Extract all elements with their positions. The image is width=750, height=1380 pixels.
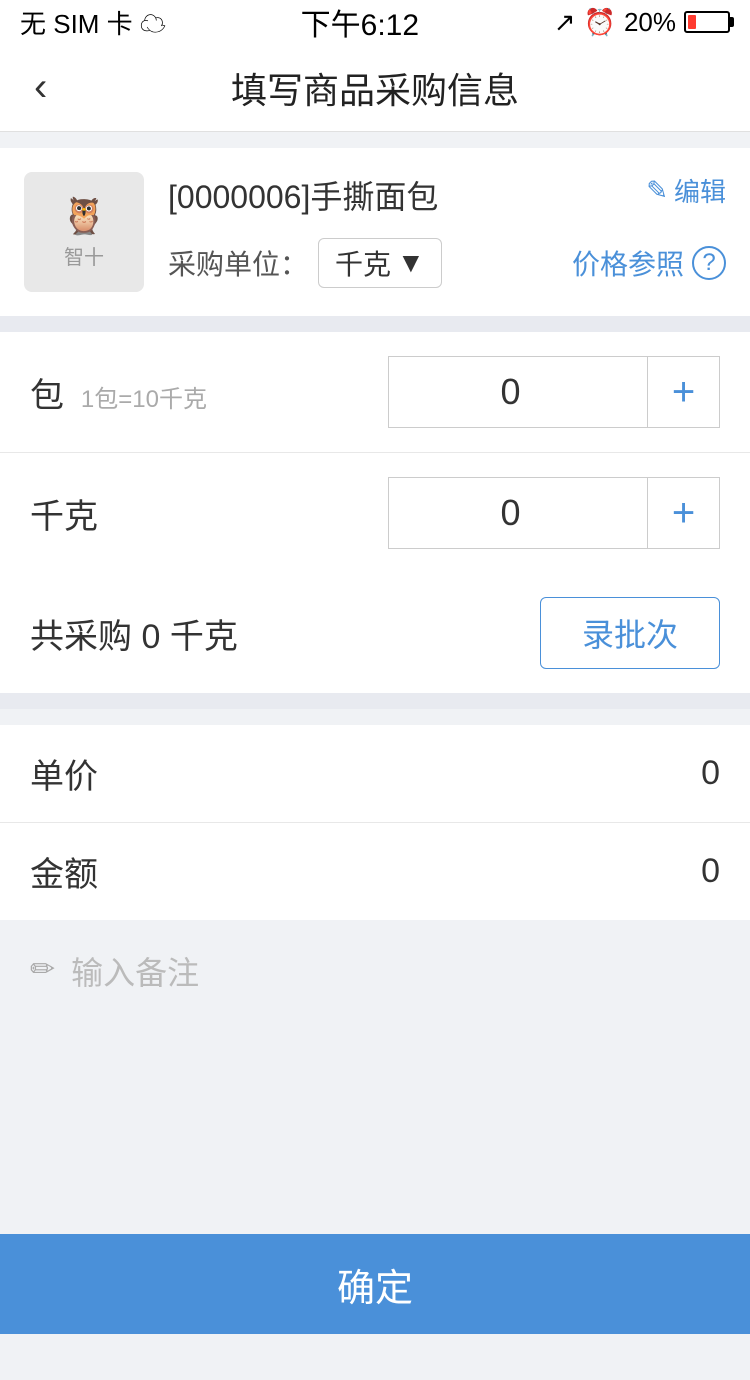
product-info: [0000006]手撕面包 ✎ 编辑 采购单位： 千克 ▼ 价格参照 ? [168, 172, 726, 288]
edit-button[interactable]: ✎ 编辑 [646, 172, 726, 209]
battery-percent: 20% [624, 7, 676, 38]
package-label: 包 1包=10千克 [30, 368, 207, 417]
page-title: 填写商品采购信息 [231, 62, 519, 114]
kg-plus-button[interactable]: + [648, 477, 720, 549]
brand-label: 智十 [64, 241, 104, 270]
alarm-icon: ⏰ [584, 7, 616, 38]
summary-row: 共采购 0 千克 录批次 [0, 573, 750, 693]
price-ref-help-icon: ? [692, 246, 726, 280]
record-batch-button[interactable]: 录批次 [540, 597, 720, 669]
status-left: 无 SIM 卡 ☁ [20, 4, 166, 41]
unit-label: 采购单位： [168, 243, 308, 283]
product-name: [0000006]手撕面包 [168, 172, 438, 218]
kg-input-row: 千克 + [0, 453, 750, 573]
notes-placeholder: 输入备注 [71, 948, 199, 994]
battery-icon [684, 11, 730, 33]
package-sublabel: 1包=10千克 [81, 386, 207, 413]
amount-value: 0 [701, 852, 720, 891]
kg-label: 千克 [30, 489, 98, 538]
price-ref-button[interactable]: 价格参照 ? [572, 243, 726, 283]
amount-row: 金额 0 [0, 823, 750, 920]
nav-bar: ‹ 填写商品采购信息 [0, 44, 750, 132]
back-button[interactable]: ‹ [24, 55, 57, 120]
unit-price-label: 单价 [30, 749, 98, 798]
edit-icon: ✎ [646, 175, 668, 206]
sim-status: 无 SIM 卡 ☁ [20, 4, 166, 41]
product-card: 🦉 智十 [0000006]手撕面包 ✎ 编辑 采购单位： 千克 ▼ 价格参照 [0, 148, 750, 316]
unit-price-row: 单价 0 [0, 725, 750, 823]
kg-number-input[interactable] [388, 477, 648, 549]
summary-text: 共采购 0 千克 [30, 609, 238, 658]
product-image: 🦉 智十 [24, 172, 144, 292]
unit-price-value: 0 [701, 754, 720, 793]
confirm-button[interactable]: 确定 [0, 1234, 750, 1334]
divider-1 [0, 316, 750, 332]
status-time: 下午6:12 [301, 0, 419, 44]
product-logo-icon: 🦉 [62, 195, 107, 237]
pencil-icon: ✏ [30, 952, 55, 987]
package-plus-button[interactable]: + [648, 356, 720, 428]
input-section: 包 1包=10千克 + 千克 + [0, 332, 750, 573]
status-right: ↗ ⏰ 20% [554, 7, 730, 38]
package-input-right: + [388, 356, 720, 428]
unit-select[interactable]: 千克 ▼ [318, 238, 442, 288]
dropdown-arrow-icon: ▼ [397, 247, 425, 279]
summary-amount: 0 [141, 618, 160, 656]
divider-2 [0, 693, 750, 709]
info-section: 单价 0 金额 0 [0, 725, 750, 920]
notes-section[interactable]: ✏ 输入备注 [0, 920, 750, 1280]
status-bar: 无 SIM 卡 ☁ 下午6:12 ↗ ⏰ 20% [0, 0, 750, 44]
amount-label: 金额 [30, 847, 98, 896]
package-input-row: 包 1包=10千克 + [0, 332, 750, 453]
package-number-input[interactable] [388, 356, 648, 428]
kg-input-right: + [388, 477, 720, 549]
location-icon: ↗ [554, 7, 576, 38]
